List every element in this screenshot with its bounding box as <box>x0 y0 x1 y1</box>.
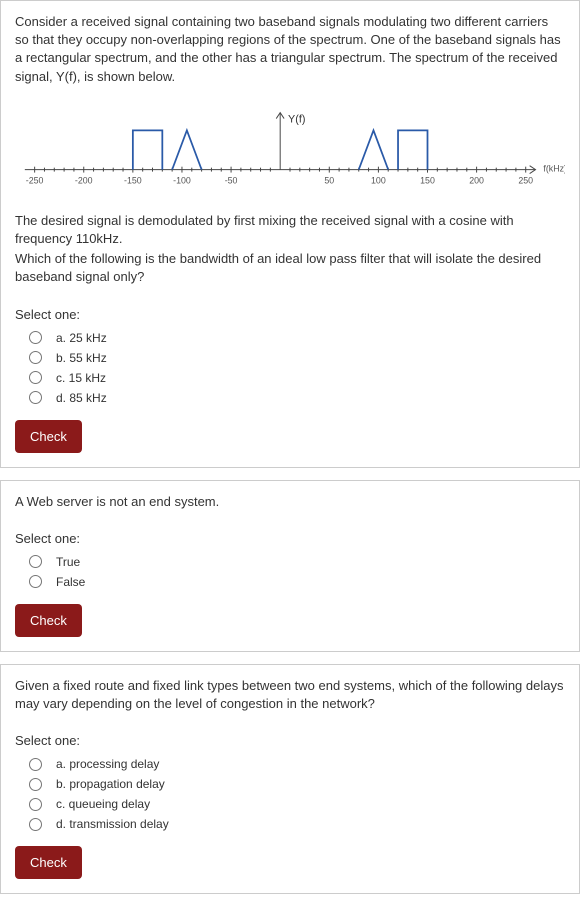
spectrum-svg: -250 -200 -150 -100 -50 50 100 150 200 2… <box>15 104 565 194</box>
tri-right <box>359 130 388 169</box>
radio-q1-b[interactable] <box>29 351 42 364</box>
spectrum-chart: -250 -200 -150 -100 -50 50 100 150 200 2… <box>15 104 565 194</box>
select-one-label: Select one: <box>15 531 565 546</box>
q1-option-b[interactable]: b. 55 kHz <box>15 348 565 368</box>
question-1: Consider a received signal containing tw… <box>0 0 580 468</box>
question-1-text: Consider a received signal containing tw… <box>15 13 565 86</box>
rect-left <box>133 130 162 169</box>
radio-q3-c[interactable] <box>29 798 42 811</box>
check-button-q2[interactable]: Check <box>15 604 82 637</box>
radio-q1-c[interactable] <box>29 371 42 384</box>
question-2-text: A Web server is not an end system. <box>15 493 565 511</box>
question-2: A Web server is not an end system. Selec… <box>0 480 580 652</box>
option-label: True <box>56 555 80 569</box>
tick-label: 250 <box>518 175 533 185</box>
question-1-text2: The desired signal is demodulated by fir… <box>15 212 565 287</box>
tick-label: -50 <box>225 175 238 185</box>
q2-statement: A Web server is not an end system. <box>15 493 565 511</box>
radio-q2-false[interactable] <box>29 575 42 588</box>
q3-option-b[interactable]: b. propagation delay <box>15 774 565 794</box>
q2-option-true[interactable]: True <box>15 552 565 572</box>
radio-q3-a[interactable] <box>29 758 42 771</box>
option-label: a. processing delay <box>56 757 159 771</box>
check-button-q3[interactable]: Check <box>15 846 82 879</box>
radio-q2-true[interactable] <box>29 555 42 568</box>
question-3: Given a fixed route and fixed link types… <box>0 664 580 894</box>
select-one-label: Select one: <box>15 733 565 748</box>
tick-label: -150 <box>124 175 142 185</box>
select-one-label: Select one: <box>15 307 565 322</box>
rect-right <box>398 130 427 169</box>
check-button-q1[interactable]: Check <box>15 420 82 453</box>
q1-para3: Which of the following is the bandwidth … <box>15 250 565 286</box>
q3-option-a[interactable]: a. processing delay <box>15 754 565 774</box>
tick-label: 100 <box>371 175 386 185</box>
radio-q1-a[interactable] <box>29 331 42 344</box>
option-label: b. propagation delay <box>56 777 165 791</box>
q3-option-c[interactable]: c. queueing delay <box>15 794 565 814</box>
tick-label: -100 <box>173 175 191 185</box>
q1-option-c[interactable]: c. 15 kHz <box>15 368 565 388</box>
option-label: False <box>56 575 85 589</box>
option-label: a. 25 kHz <box>56 331 107 345</box>
question-3-text: Given a fixed route and fixed link types… <box>15 677 565 713</box>
tick-label: -200 <box>75 175 93 185</box>
tick-label: 150 <box>420 175 435 185</box>
option-label: b. 55 kHz <box>56 351 107 365</box>
radio-q1-d[interactable] <box>29 391 42 404</box>
q1-option-d[interactable]: d. 85 kHz <box>15 388 565 408</box>
q1-para2: The desired signal is demodulated by fir… <box>15 212 565 248</box>
option-label: d. 85 kHz <box>56 391 107 405</box>
tick-label: -250 <box>26 175 44 185</box>
q2-option-false[interactable]: False <box>15 572 565 592</box>
q3-option-d[interactable]: d. transmission delay <box>15 814 565 834</box>
option-label: d. transmission delay <box>56 817 169 831</box>
tri-left <box>172 130 201 169</box>
tick-label: 200 <box>469 175 484 185</box>
option-label: c. 15 kHz <box>56 371 106 385</box>
q1-para1: Consider a received signal containing tw… <box>15 13 565 86</box>
q1-option-a[interactable]: a. 25 kHz <box>15 328 565 348</box>
q3-statement: Given a fixed route and fixed link types… <box>15 677 565 713</box>
x-axis-label: f(kHz) <box>543 163 565 173</box>
tick-label: 50 <box>324 175 334 185</box>
chart-title: Y(f) <box>288 113 305 125</box>
option-label: c. queueing delay <box>56 797 150 811</box>
radio-q3-d[interactable] <box>29 818 42 831</box>
radio-q3-b[interactable] <box>29 778 42 791</box>
